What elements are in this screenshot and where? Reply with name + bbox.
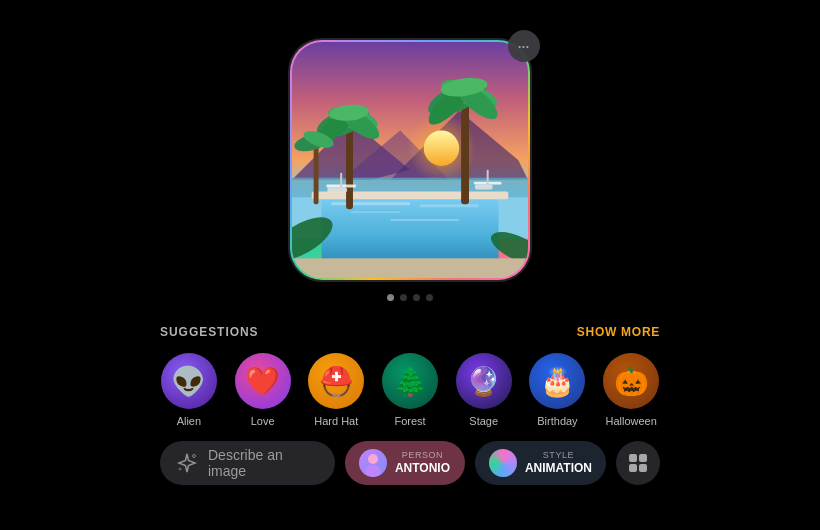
svg-rect-11 bbox=[351, 211, 400, 213]
svg-rect-20 bbox=[461, 96, 469, 204]
svg-rect-26 bbox=[314, 140, 319, 204]
suggestion-icon-forest: 🌲 bbox=[382, 353, 438, 409]
svg-rect-8 bbox=[312, 191, 509, 199]
suggestion-label-halloween: Halloween bbox=[605, 415, 656, 427]
person-sublabel: PERSON bbox=[395, 450, 450, 461]
svg-rect-33 bbox=[487, 170, 489, 185]
svg-rect-31 bbox=[327, 188, 347, 193]
person-name: ANTONIO bbox=[395, 461, 450, 475]
svg-rect-30 bbox=[340, 173, 342, 188]
suggestion-icon-alien: 👽 bbox=[161, 353, 217, 409]
style-orb bbox=[489, 449, 517, 477]
describe-placeholder: Describe an image bbox=[208, 447, 319, 479]
more-options-button[interactable] bbox=[508, 30, 540, 62]
style-sublabel: STYLE bbox=[525, 450, 592, 461]
suggestion-label-hardhat: Hard Hat bbox=[314, 415, 358, 427]
style-button[interactable]: STYLE ANIMATION bbox=[475, 441, 606, 485]
suggestions-grid: 👽 Alien ❤️ Love ⛑️ Hard Hat 🌲 Forest 🔮 S… bbox=[160, 353, 660, 427]
svg-rect-44 bbox=[629, 464, 637, 472]
suggestion-icon-birthday: 🎂 bbox=[529, 353, 585, 409]
suggestion-stage[interactable]: 🔮 Stage bbox=[455, 353, 513, 427]
carousel-dot-1[interactable] bbox=[387, 294, 394, 301]
svg-rect-43 bbox=[639, 454, 647, 462]
svg-rect-42 bbox=[629, 454, 637, 462]
suggestions-section: SUGGESTIONS SHOW MORE 👽 Alien ❤️ Love ⛑️… bbox=[0, 325, 820, 427]
person-text: PERSON ANTONIO bbox=[395, 450, 450, 475]
suggestions-label: SUGGESTIONS bbox=[160, 325, 259, 339]
suggestion-icon-stage: 🔮 bbox=[456, 353, 512, 409]
svg-point-38 bbox=[193, 455, 196, 458]
carousel-dots bbox=[387, 294, 433, 301]
svg-point-40 bbox=[368, 454, 378, 464]
bottom-toolbar: Describe an image PERSON ANTONIO STYLE A… bbox=[0, 441, 820, 485]
svg-rect-10 bbox=[331, 202, 410, 205]
svg-rect-34 bbox=[475, 185, 493, 190]
style-text: STYLE ANIMATION bbox=[525, 450, 592, 475]
carousel-dot-3[interactable] bbox=[413, 294, 420, 301]
gallery-button[interactable] bbox=[616, 441, 660, 485]
suggestion-icon-halloween: 🎃 bbox=[603, 353, 659, 409]
suggestion-icon-hardhat: ⛑️ bbox=[308, 353, 364, 409]
carousel-dot-2[interactable] bbox=[400, 294, 407, 301]
image-carousel bbox=[290, 40, 530, 280]
suggestion-alien[interactable]: 👽 Alien bbox=[160, 353, 218, 427]
person-button[interactable]: PERSON ANTONIO bbox=[345, 441, 465, 485]
suggestions-header: SUGGESTIONS SHOW MORE bbox=[160, 325, 660, 339]
suggestion-birthday[interactable]: 🎂 Birthday bbox=[529, 353, 587, 427]
suggestion-label-forest: Forest bbox=[394, 415, 425, 427]
style-name: ANIMATION bbox=[525, 461, 592, 475]
suggestion-label-alien: Alien bbox=[177, 415, 201, 427]
gallery-icon bbox=[627, 452, 649, 474]
suggestion-forest[interactable]: 🌲 Forest bbox=[381, 353, 439, 427]
featured-image-card bbox=[290, 40, 530, 280]
suggestion-icon-love: ❤️ bbox=[235, 353, 291, 409]
describe-input[interactable]: Describe an image bbox=[160, 441, 335, 485]
svg-rect-12 bbox=[390, 219, 459, 221]
sparkle-icon bbox=[176, 452, 198, 474]
suggestion-label-love: Love bbox=[251, 415, 275, 427]
svg-point-39 bbox=[179, 468, 181, 470]
carousel-dot-4[interactable] bbox=[426, 294, 433, 301]
svg-point-41 bbox=[365, 465, 381, 477]
svg-point-5 bbox=[424, 131, 459, 166]
suggestion-halloween[interactable]: 🎃 Halloween bbox=[602, 353, 660, 427]
svg-rect-14 bbox=[346, 121, 353, 210]
svg-rect-37 bbox=[292, 258, 528, 278]
person-avatar bbox=[359, 449, 387, 477]
suggestion-label-stage: Stage bbox=[469, 415, 498, 427]
show-more-button[interactable]: SHOW MORE bbox=[577, 325, 660, 339]
suggestion-love[interactable]: ❤️ Love bbox=[234, 353, 292, 427]
suggestion-label-birthday: Birthday bbox=[537, 415, 577, 427]
suggestion-hardhat[interactable]: ⛑️ Hard Hat bbox=[307, 353, 365, 427]
svg-rect-13 bbox=[420, 204, 479, 207]
svg-rect-45 bbox=[639, 464, 647, 472]
